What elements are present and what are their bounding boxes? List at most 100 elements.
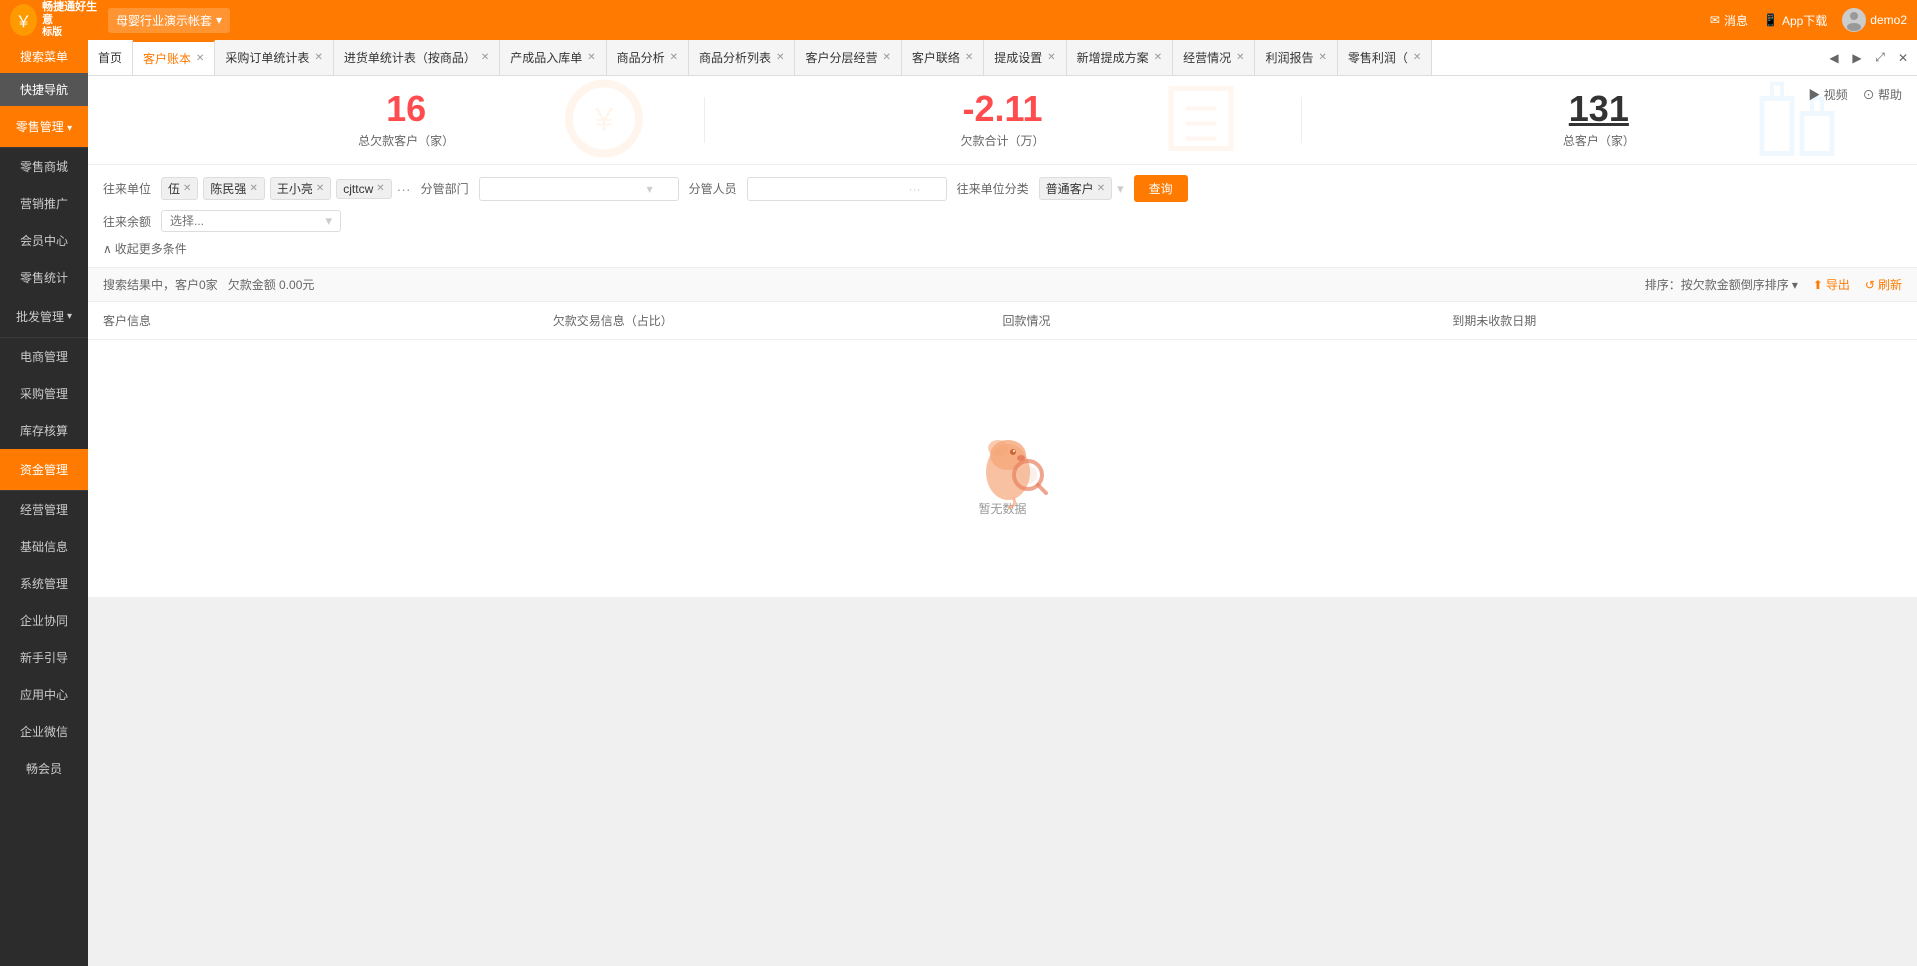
collapse-button[interactable]: ∧ 收起更多条件 — [103, 240, 1902, 257]
tab-prev-button[interactable]: ◀ — [1825, 49, 1843, 67]
tab-customer-ledger[interactable]: 客户账本 ✕ — [133, 40, 215, 76]
tab-purchase-stats[interactable]: 采购订单统计表 ✕ — [215, 40, 333, 76]
tab-commission-setting[interactable]: 提成设置 ✕ — [984, 40, 1066, 76]
sidebar-item-ecommerce[interactable]: 电商管理 — [0, 338, 88, 375]
filter-balance-input[interactable]: ▾ — [161, 210, 341, 232]
message-button[interactable]: ✉ 消息 — [1710, 12, 1748, 29]
close-icon[interactable]: ✕ — [882, 52, 890, 63]
tab-close-all-button[interactable]: ✕ — [1894, 49, 1912, 67]
filter-label-unit: 往来单位 — [103, 180, 151, 197]
close-icon[interactable]: ✕ — [1236, 52, 1244, 63]
user-menu[interactable]: demo2 — [1842, 8, 1907, 32]
chevron-down-icon-dept: ▾ — [647, 182, 653, 196]
stat-value-amount: -2.11 — [962, 91, 1042, 127]
filter-dept-select[interactable]: ▾ — [479, 177, 679, 201]
tab-product-analysis-list[interactable]: 商品分析列表 ✕ — [689, 40, 795, 76]
sidebar-quick-nav[interactable]: 快捷导航 — [0, 73, 88, 106]
chevron-down-icon-category[interactable]: ▾ — [1117, 181, 1124, 197]
sidebar-item-retail-stats[interactable]: 零售统计 — [0, 259, 88, 296]
remove-tag-cjttcw[interactable]: ✕ — [376, 183, 384, 194]
sidebar-item-retail-management[interactable]: 零售管理 ▾ — [0, 106, 88, 148]
avatar — [1842, 8, 1866, 32]
search-button[interactable]: 查询 — [1134, 175, 1188, 202]
close-icon[interactable]: ✕ — [1413, 52, 1421, 63]
sidebar-item-marketing[interactable]: 营销推广 — [0, 185, 88, 222]
tab-operations[interactable]: 经营情况 ✕ — [1173, 40, 1255, 76]
remove-tag-normal[interactable]: ✕ — [1097, 183, 1105, 194]
chevron-down-icon-sort: ▾ — [1792, 278, 1798, 292]
col-overdue-info: 欠款交易信息（占比） — [553, 312, 1003, 329]
close-icon[interactable]: ✕ — [481, 52, 489, 63]
sidebar-item-wechat[interactable]: 企业微信 — [0, 713, 88, 750]
close-icon[interactable]: ✕ — [965, 52, 973, 63]
filter-tag-cjttcw: cjttcw ✕ — [336, 179, 391, 199]
sidebar-item-system[interactable]: 系统管理 — [0, 565, 88, 602]
sidebar-item-app-center[interactable]: 应用中心 — [0, 676, 88, 713]
store-selector[interactable]: 母婴行业演示帐套 ▾ — [108, 8, 230, 33]
sidebar-item-guide[interactable]: 新手引导 — [0, 639, 88, 676]
empty-illustration — [963, 420, 1043, 500]
tab-expand-button[interactable]: ⤢ — [1871, 49, 1889, 67]
balance-input-field[interactable] — [170, 214, 325, 228]
close-icon[interactable]: ✕ — [587, 52, 595, 63]
stats-bar: ▶ 视频 ⊙ 帮助 ¥ 16 总欠款客户（家） - — [88, 76, 1917, 165]
chevron-down-icon-balance: ▾ — [325, 213, 332, 229]
tab-finished-goods[interactable]: 产成品入库单 ✕ — [500, 40, 606, 76]
tab-retail-profit[interactable]: 零售利润（ ✕ — [1338, 40, 1432, 76]
download-icon: 📱 — [1763, 13, 1778, 27]
chevron-down-icon: ▾ — [216, 13, 222, 27]
tab-product-analysis[interactable]: 商品分析 ✕ — [607, 40, 689, 76]
close-icon[interactable]: ✕ — [1319, 52, 1327, 63]
filter-person-select[interactable]: ··· — [747, 177, 947, 201]
sidebar-item-purchase[interactable]: 采购管理 — [0, 375, 88, 412]
tab-customer-contact[interactable]: 客户联络 ✕ — [902, 40, 984, 76]
logo-icon: ￥ — [10, 4, 37, 36]
sidebar-item-operations[interactable]: 经营管理 — [0, 491, 88, 528]
stat-label-total: 总客户（家） — [1563, 132, 1635, 149]
sidebar-item-wholesale[interactable]: 批发管理▾ — [0, 296, 88, 338]
filter-label-balance: 往来余额 — [103, 213, 151, 230]
close-icon[interactable]: ✕ — [1154, 52, 1162, 63]
table-header: 客户信息 欠款交易信息（占比） 回款情况 到期未收款日期 — [88, 302, 1917, 340]
close-icon[interactable]: ✕ — [670, 52, 678, 63]
sidebar-item-basic-info[interactable]: 基础信息 — [0, 528, 88, 565]
sidebar-item-member-center[interactable]: 会员中心 — [0, 222, 88, 259]
refresh-button[interactable]: ↺ 刷新 — [1865, 276, 1902, 293]
remove-tag-wu[interactable]: ✕ — [183, 183, 191, 194]
results-bar: 搜索结果中，客户0家 欠款金额 0.00元 排序：按欠款金额倒序排序 ▾ ⬆ 导… — [88, 268, 1917, 302]
sidebar: 搜索菜单 快捷导航 零售管理 ▾ 零售商城 营销推广 会员中心 零售统计 批发管… — [0, 40, 88, 966]
tab-next-button[interactable]: ▶ — [1848, 49, 1866, 67]
remove-tag-wang[interactable]: ✕ — [316, 183, 324, 194]
filter-more-tags[interactable]: ··· — [397, 181, 411, 197]
stat-overdue-amount: -2.11 欠款合计（万） — [704, 91, 1300, 149]
close-icon[interactable]: ✕ — [314, 52, 322, 63]
stat-label-customers: 总欠款客户（家） — [358, 132, 454, 149]
sidebar-search[interactable]: 搜索菜单 — [0, 40, 88, 73]
stat-overdue-customers: ¥ 16 总欠款客户（家） — [108, 91, 704, 149]
sidebar-item-finance[interactable]: 资金管理 — [0, 449, 88, 491]
sidebar-item-inventory[interactable]: 库存核算 — [0, 412, 88, 449]
svg-text:¥: ¥ — [594, 102, 613, 138]
remove-tag-chen[interactable]: ✕ — [249, 183, 257, 194]
app-download-button[interactable]: 📱 App下载 — [1763, 12, 1827, 29]
tab-bar: 首页 客户账本 ✕ 采购订单统计表 ✕ 进货单统计表（按商品） ✕ 产成品入库单… — [88, 40, 1917, 76]
chevron-up-icon: ∧ — [103, 242, 112, 256]
tab-new-commission[interactable]: 新增提成方案 ✕ — [1067, 40, 1173, 76]
export-button[interactable]: ⬆ 导出 — [1813, 276, 1850, 293]
stat-bg-icon-3 — [1757, 79, 1837, 162]
tab-customer-segmentation[interactable]: 客户分层经营 ✕ — [795, 40, 901, 76]
sort-select[interactable]: 排序：按欠款金额倒序排序 ▾ — [1645, 276, 1798, 293]
tab-profit-report[interactable]: 利润报告 ✕ — [1255, 40, 1337, 76]
stat-total-customers: 131 总客户（家） — [1301, 91, 1897, 149]
close-icon[interactable]: ✕ — [196, 53, 204, 64]
tab-inbound-stats[interactable]: 进货单统计表（按商品） ✕ — [334, 40, 500, 76]
close-icon[interactable]: ✕ — [776, 52, 784, 63]
sidebar-item-member[interactable]: 畅会员 — [0, 750, 88, 787]
sidebar-item-retail-mall[interactable]: 零售商城 — [0, 148, 88, 185]
export-icon: ⬆ — [1813, 278, 1823, 292]
close-icon[interactable]: ✕ — [1047, 52, 1055, 63]
tab-home[interactable]: 首页 — [88, 40, 133, 76]
filter-label-person: 分管人员 — [689, 180, 737, 197]
results-actions: 排序：按欠款金额倒序排序 ▾ ⬆ 导出 ↺ 刷新 — [1645, 276, 1902, 293]
sidebar-item-enterprise[interactable]: 企业协同 — [0, 602, 88, 639]
